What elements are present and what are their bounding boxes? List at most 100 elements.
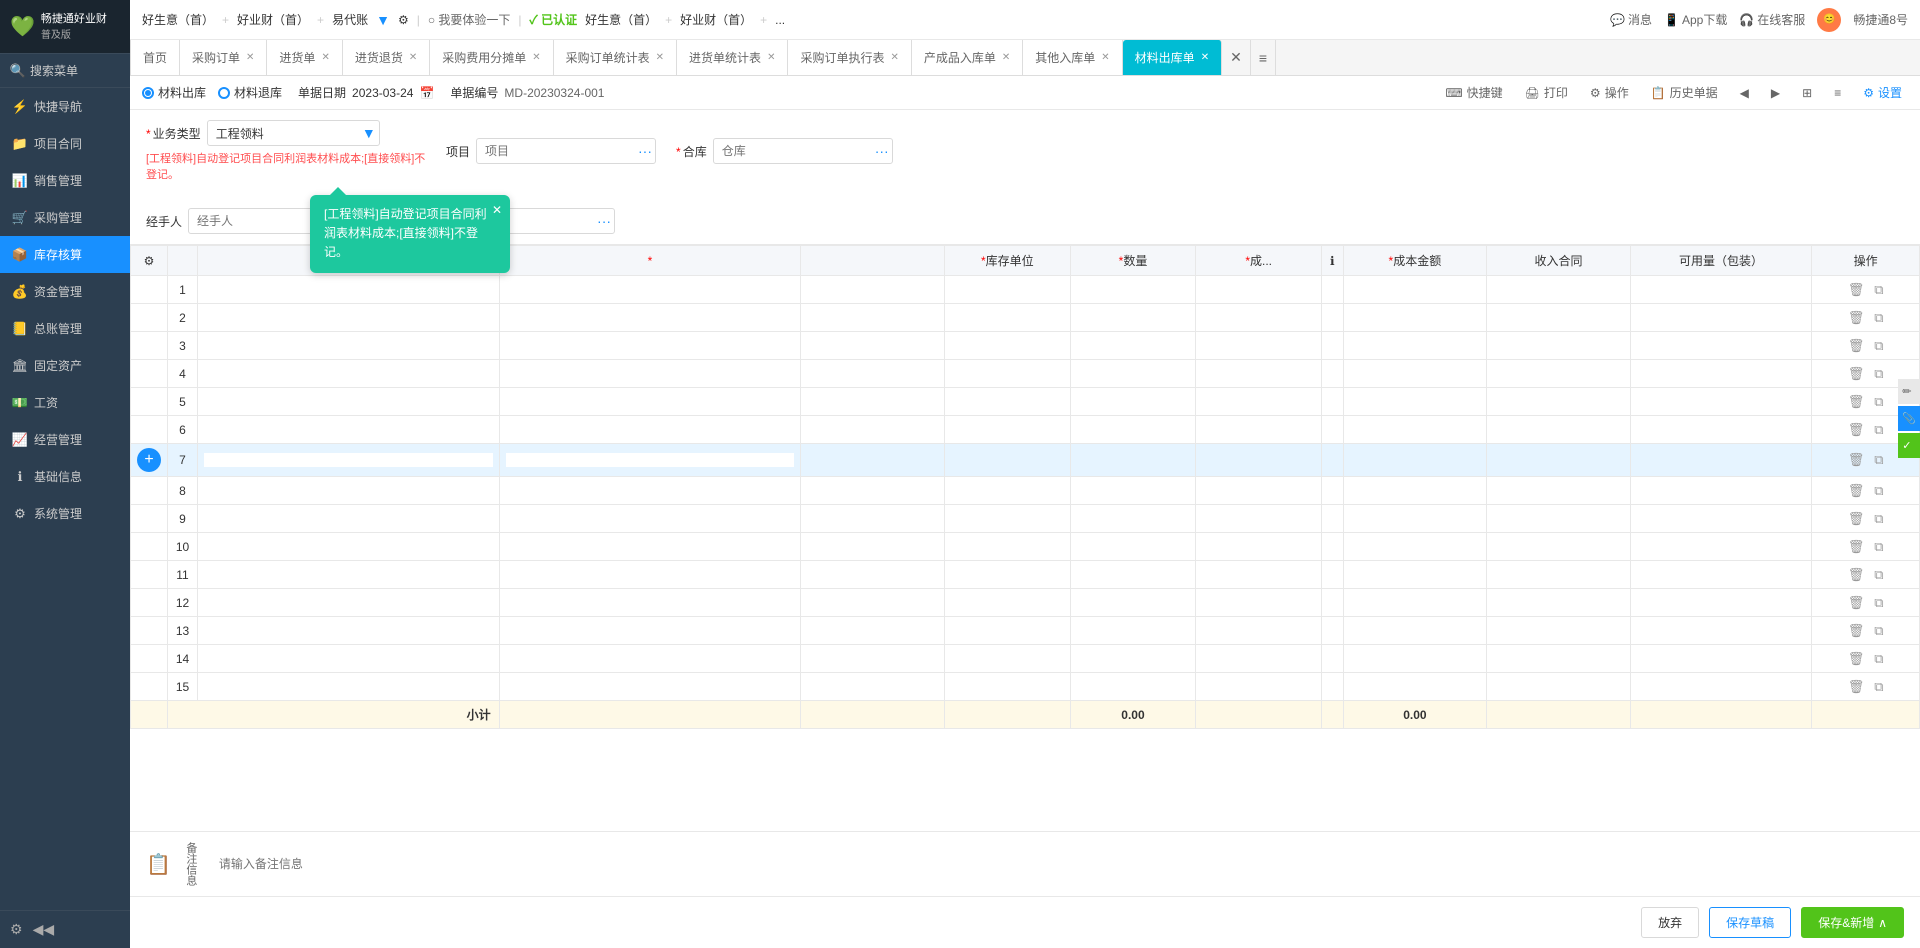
sidebar-item-fixed-assets[interactable]: 🏛 固定资产 — [0, 347, 130, 384]
row-material-cell[interactable] — [499, 561, 801, 589]
row-material-cell[interactable] — [499, 617, 801, 645]
row-cell-1[interactable] — [944, 645, 1070, 673]
row-cell-6[interactable] — [1487, 477, 1631, 505]
row-cell-6[interactable] — [1487, 505, 1631, 533]
row-cell-7[interactable] — [1630, 388, 1811, 416]
row-project-cell[interactable] — [198, 416, 500, 444]
discard-button[interactable]: 放弃 — [1641, 907, 1699, 938]
sidebar-item-management[interactable]: 📈 经营管理 — [0, 421, 130, 458]
row-cell-1[interactable] — [944, 589, 1070, 617]
tab-close-material-out[interactable]: ✕ — [1201, 52, 1209, 63]
calendar-icon[interactable]: 📅 — [419, 86, 434, 100]
row-cell-4[interactable] — [1322, 561, 1344, 589]
nav-haoshengyi2[interactable]: 好生意（首） — [585, 11, 657, 28]
row-cell-0[interactable] — [801, 673, 945, 701]
row-cell-0[interactable] — [801, 533, 945, 561]
col-settings-icon[interactable]: ⚙ — [131, 246, 168, 276]
row-copy-btn[interactable]: ⧉ — [1871, 337, 1886, 355]
row-cell-7[interactable] — [1630, 561, 1811, 589]
row-cell-5[interactable] — [1343, 561, 1487, 589]
tab-close-purchase-in[interactable]: ✕ — [321, 52, 329, 63]
row-cell-3[interactable] — [1196, 416, 1322, 444]
row-cell-7[interactable] — [1630, 360, 1811, 388]
row-copy-btn[interactable]: ⧉ — [1871, 594, 1886, 612]
row-cell-6[interactable] — [1487, 617, 1631, 645]
row-cell-0[interactable] — [801, 444, 945, 477]
row-cell-7[interactable] — [1630, 477, 1811, 505]
row-cell-4[interactable] — [1322, 360, 1344, 388]
row-copy-btn[interactable]: ⧉ — [1871, 622, 1886, 640]
row-cell-0[interactable] — [801, 561, 945, 589]
row-cell-6[interactable] — [1487, 533, 1631, 561]
row-cell-7[interactable] — [1630, 589, 1811, 617]
row-delete-btn[interactable]: 🗑 — [1845, 337, 1868, 355]
row-cell-4[interactable] — [1322, 589, 1344, 617]
row-delete-btn[interactable]: 🗑 — [1845, 309, 1868, 327]
operation-btn[interactable]: ⚙ 操作 — [1584, 82, 1635, 103]
row-material-cell[interactable] — [499, 505, 801, 533]
row-cell-5[interactable] — [1343, 505, 1487, 533]
docnum-value[interactable]: MD-20230324-001 — [504, 86, 604, 100]
row-cell-4[interactable] — [1322, 533, 1344, 561]
row-cell-6[interactable] — [1487, 645, 1631, 673]
row-project-cell[interactable] — [198, 444, 500, 477]
prev-btn[interactable]: ◀ — [1734, 84, 1755, 102]
row-cell-1[interactable] — [944, 673, 1070, 701]
row-cell-5[interactable] — [1343, 304, 1487, 332]
row-cell-3[interactable] — [1196, 673, 1322, 701]
row-settings-icon[interactable] — [131, 388, 168, 416]
row-copy-btn[interactable]: ⧉ — [1871, 393, 1886, 411]
row-cell-6[interactable] — [1487, 416, 1631, 444]
row-project-cell[interactable] — [198, 360, 500, 388]
row-cell-7[interactable] — [1630, 416, 1811, 444]
row-cell-5[interactable] — [1343, 617, 1487, 645]
tab-purchase-stat[interactable]: 采购订单统计表 ✕ — [554, 40, 677, 76]
tab-close-purchase-exec[interactable]: ✕ — [890, 52, 898, 63]
row-cell-6[interactable] — [1487, 444, 1631, 477]
row-settings-icon[interactable] — [131, 533, 168, 561]
row-cell-5[interactable] — [1343, 477, 1487, 505]
row-cell-6[interactable] — [1487, 589, 1631, 617]
row-material-cell[interactable] — [499, 388, 801, 416]
row-cell-0[interactable] — [801, 416, 945, 444]
row-cell-4[interactable] — [1322, 617, 1344, 645]
row-project-cell[interactable] — [198, 617, 500, 645]
message-btn[interactable]: 💬 消息 — [1610, 11, 1652, 28]
radio-material-out[interactable]: 材料出库 — [142, 84, 206, 101]
user-avatar[interactable]: 😊 — [1817, 8, 1841, 32]
row-settings-icon[interactable] — [131, 561, 168, 589]
row-cell-6[interactable] — [1487, 388, 1631, 416]
save-new-button[interactable]: 保存&新增 ∧ — [1801, 907, 1904, 938]
row-material-cell[interactable] — [499, 416, 801, 444]
nav-more[interactable]: ... — [775, 13, 785, 27]
shortcut-btn[interactable]: ⌨ 快捷键 — [1439, 82, 1508, 103]
nav-certified[interactable]: ✓ 已认证 — [530, 11, 578, 28]
row-delete-btn[interactable]: 🗑 — [1845, 281, 1868, 299]
right-btn-1[interactable]: ✏ — [1898, 379, 1920, 404]
row-cell-4[interactable] — [1322, 388, 1344, 416]
row-cell-0[interactable] — [801, 645, 945, 673]
row-cell-7[interactable] — [1630, 444, 1811, 477]
sidebar-item-purchase[interactable]: 🛒 采购管理 — [0, 199, 130, 236]
row-cell-6[interactable] — [1487, 332, 1631, 360]
row-cell-1[interactable] — [944, 360, 1070, 388]
row-delete-btn[interactable]: 🗑 — [1845, 538, 1868, 556]
row-settings-icon[interactable] — [131, 416, 168, 444]
row-cell-5[interactable] — [1343, 444, 1487, 477]
row-cell-3[interactable] — [1196, 533, 1322, 561]
row-cell-4[interactable] — [1322, 416, 1344, 444]
nav-haoshengyi1[interactable]: 好生意（首） — [142, 11, 214, 28]
row-cell-4[interactable] — [1322, 673, 1344, 701]
row-cell-4[interactable] — [1322, 505, 1344, 533]
row-delete-btn[interactable]: 🗑 — [1845, 678, 1868, 696]
radio-material-return[interactable]: 材料退库 — [218, 84, 282, 101]
sidebar-item-system[interactable]: ⚙ 系统管理 — [0, 495, 130, 532]
row-cell-2[interactable] — [1070, 360, 1196, 388]
row-cell-2[interactable] — [1070, 505, 1196, 533]
row-project-cell[interactable] — [198, 332, 500, 360]
app-download-btn[interactable]: 📱 App下载 — [1664, 11, 1727, 28]
collapse-icon[interactable]: ◀◀ — [33, 921, 55, 938]
add-row-button[interactable]: + — [137, 448, 161, 472]
row-settings-icon[interactable] — [131, 505, 168, 533]
row-project-cell[interactable] — [198, 533, 500, 561]
